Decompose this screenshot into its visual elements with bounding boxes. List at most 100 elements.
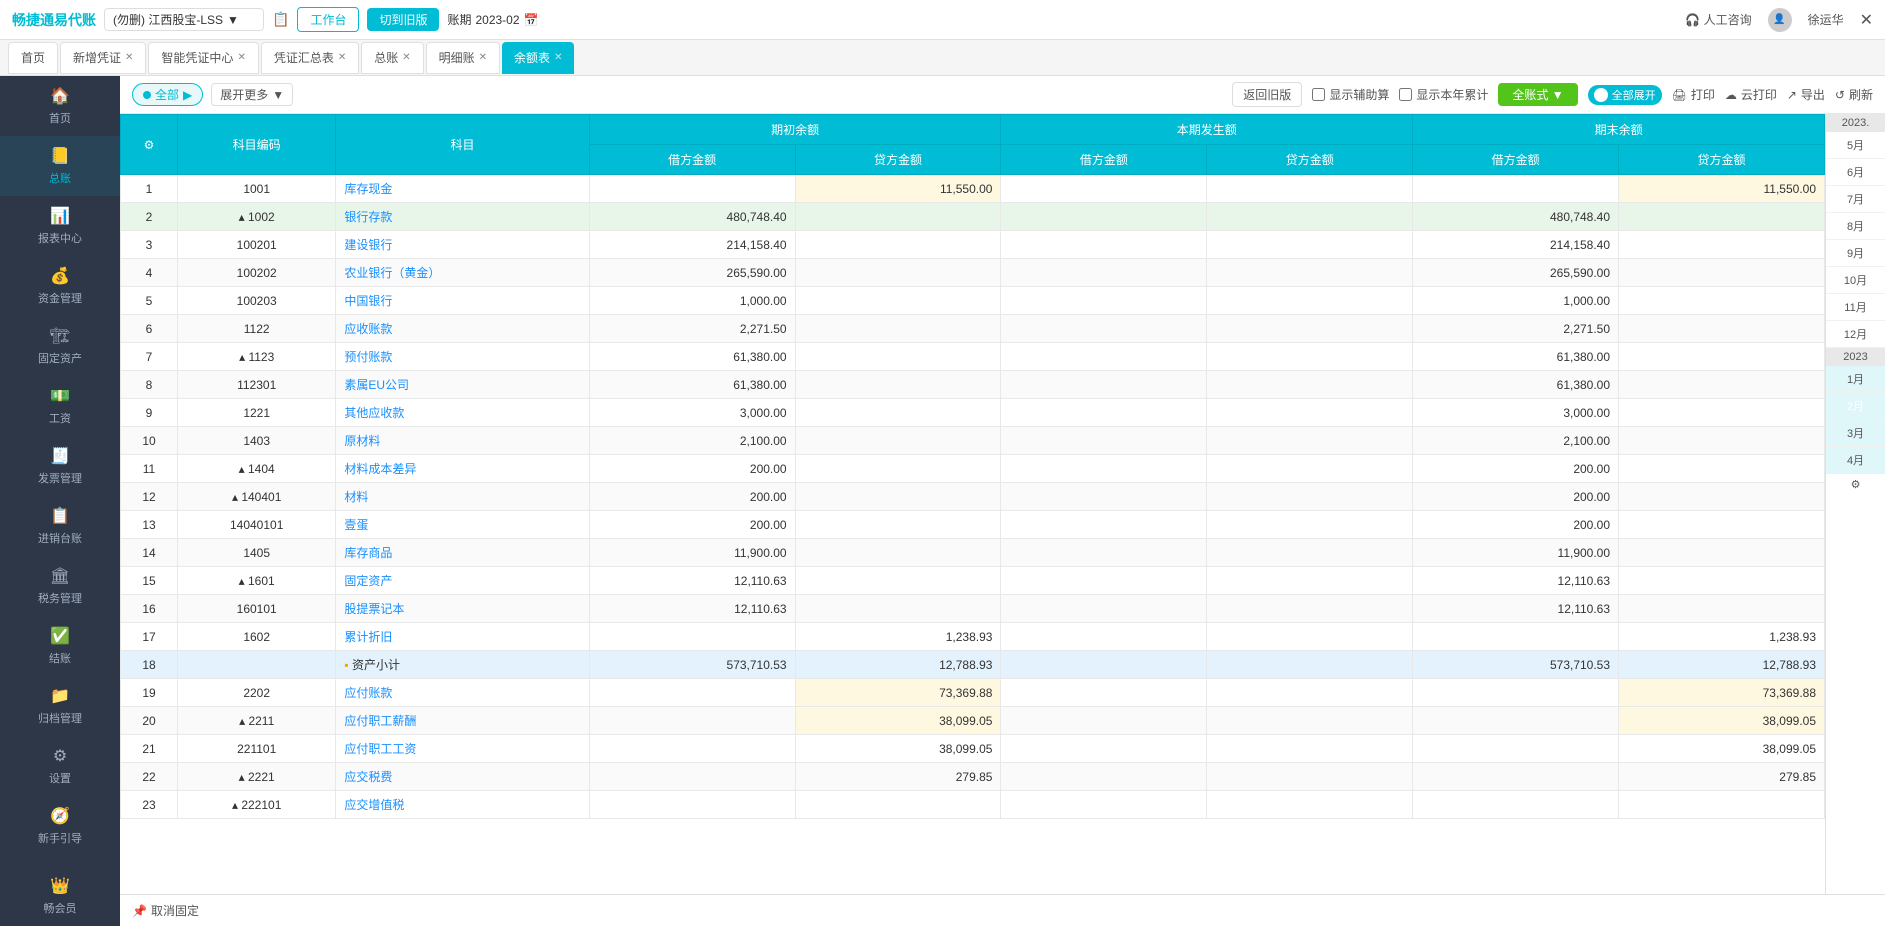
month-6[interactable]: 6月 bbox=[1826, 159, 1885, 186]
th-settings[interactable]: ⚙ bbox=[121, 115, 178, 175]
sidebar-item-closing[interactable]: ✅结账 bbox=[0, 616, 120, 676]
month-3[interactable]: 3月 bbox=[1826, 420, 1885, 447]
cell-name[interactable]: 壹蛋 bbox=[336, 511, 589, 539]
sidebar-item-guide[interactable]: 🧭新手引导 bbox=[0, 796, 120, 856]
tab-smart-voucher[interactable]: 智能凭证中心 ✕ bbox=[148, 42, 258, 74]
close-tab-smart-voucher[interactable]: ✕ bbox=[237, 52, 245, 63]
sidebar-item-home[interactable]: 🏠首页 bbox=[0, 76, 120, 136]
cell-name[interactable]: ▪ 资产小计 bbox=[336, 651, 589, 679]
sidebar: 🏠首页 📒总账 📊报表中心 💰资金管理 🏗固定资产 💵工资 🧾发票管理 📋进销台… bbox=[0, 76, 120, 926]
sidebar-item-tax[interactable]: 🏛税务管理 bbox=[0, 556, 120, 616]
full-format-button[interactable]: 全账式 ▼ bbox=[1498, 83, 1577, 106]
company-selector[interactable]: (勿删) 江西股宝-LSS ▼ bbox=[104, 8, 264, 31]
year-label-2023: 2023 bbox=[1826, 348, 1885, 366]
cell-name[interactable]: 建设银行 bbox=[336, 231, 589, 259]
tab-new-voucher[interactable]: 新增凭证 ✕ bbox=[60, 42, 146, 74]
cell-name[interactable]: 银行存款 bbox=[336, 203, 589, 231]
close-tab-new-voucher[interactable]: ✕ bbox=[125, 52, 133, 63]
close-tab-detail-ledger[interactable]: ✕ bbox=[479, 52, 487, 63]
cell-name[interactable]: 累计折旧 bbox=[336, 623, 589, 651]
cell-name[interactable]: 库存现金 bbox=[336, 175, 589, 203]
cloud-print-button[interactable]: ☁ 云打印 bbox=[1725, 86, 1777, 103]
close-tab-balance-sheet[interactable]: ✕ bbox=[554, 52, 562, 63]
sidebar-item-member[interactable]: 👑畅会员 bbox=[0, 866, 120, 926]
cell-pe-credit bbox=[1413, 623, 1619, 651]
show-year-acc-checkbox-label[interactable]: 显示本年累计 bbox=[1399, 86, 1488, 103]
switch-version-button[interactable]: 切到旧版 bbox=[367, 8, 439, 31]
expand-more-button[interactable]: 展开更多 ▼ bbox=[211, 83, 293, 106]
tab-balance-sheet[interactable]: 余额表 ✕ bbox=[502, 42, 574, 74]
cell-name[interactable]: 应付职工薪酬 bbox=[336, 707, 589, 735]
show-year-acc-checkbox[interactable] bbox=[1399, 88, 1412, 101]
cell-name[interactable]: 库存商品 bbox=[336, 539, 589, 567]
toolbar-right: 返回旧版 显示辅助算 显示本年累计 全账式 ▼ 全部展开 🖨 打印 ☁ 云打印 … bbox=[1232, 82, 1873, 107]
cell-name[interactable]: 应交税费 bbox=[336, 763, 589, 791]
cell-name[interactable]: 农业银行（黄金） bbox=[336, 259, 589, 287]
month-12[interactable]: 12月 bbox=[1826, 321, 1885, 348]
refresh-button[interactable]: ↺ 刷新 bbox=[1835, 86, 1873, 103]
cell-cur-credit bbox=[1001, 679, 1207, 707]
export-button[interactable]: ↗ 导出 bbox=[1787, 86, 1825, 103]
sidebar-item-payroll[interactable]: 💵工资 bbox=[0, 376, 120, 436]
cell-name[interactable]: 应交增值税 bbox=[336, 791, 589, 819]
cell-code: ▴ 222101 bbox=[178, 791, 336, 819]
cell-row-num: 17 bbox=[121, 623, 178, 651]
cell-row-num: 5 bbox=[121, 287, 178, 315]
filter-all-button[interactable]: 全部 ▶ bbox=[132, 83, 203, 106]
month-4[interactable]: 4月 bbox=[1826, 447, 1885, 474]
show-aux-checkbox-label[interactable]: 显示辅助算 bbox=[1312, 86, 1389, 103]
month-5[interactable]: 5月 bbox=[1826, 132, 1885, 159]
cell-name[interactable]: 中国银行 bbox=[336, 287, 589, 315]
tab-voucher-summary[interactable]: 凭证汇总表 ✕ bbox=[261, 42, 359, 74]
sidebar-item-invoice[interactable]: 🧾发票管理 bbox=[0, 436, 120, 496]
month-1[interactable]: 1月 bbox=[1826, 366, 1885, 393]
month-9[interactable]: 9月 bbox=[1826, 240, 1885, 267]
cell-cur-credit bbox=[1001, 735, 1207, 763]
cell-name[interactable]: 原材料 bbox=[336, 427, 589, 455]
cell-name[interactable]: 股提票记本 bbox=[336, 595, 589, 623]
settings-dot[interactable]: ⚙ bbox=[1826, 474, 1885, 495]
sidebar-item-purchase[interactable]: 📋进销台账 bbox=[0, 496, 120, 556]
sidebar-item-reports[interactable]: 📊报表中心 bbox=[0, 196, 120, 256]
cell-name[interactable]: 应付账款 bbox=[336, 679, 589, 707]
expand-all-toggle[interactable]: 全部展开 bbox=[1588, 85, 1662, 105]
month-2[interactable]: 2月 bbox=[1826, 393, 1885, 420]
cell-name[interactable]: 应付职工工资 bbox=[336, 735, 589, 763]
show-aux-checkbox[interactable] bbox=[1312, 88, 1325, 101]
cell-name[interactable]: 固定资产 bbox=[336, 567, 589, 595]
consultant-button[interactable]: 🎧 人工咨询 bbox=[1685, 11, 1751, 28]
cell-name[interactable]: 应收账款 bbox=[336, 315, 589, 343]
sidebar-item-funds[interactable]: 💰资金管理 bbox=[0, 256, 120, 316]
tab-detail-ledger[interactable]: 明细账 ✕ bbox=[426, 42, 500, 74]
close-tab-ledger[interactable]: ✕ bbox=[402, 52, 410, 63]
cell-name[interactable]: 预付账款 bbox=[336, 343, 589, 371]
cell-code: ▴ 1002 bbox=[178, 203, 336, 231]
cell-name[interactable]: 材料成本差异 bbox=[336, 455, 589, 483]
cell-cur-debit bbox=[1207, 259, 1413, 287]
month-8[interactable]: 8月 bbox=[1826, 213, 1885, 240]
sidebar-item-assets[interactable]: 🏗固定资产 bbox=[0, 316, 120, 376]
tab-ledger[interactable]: 总账 ✕ bbox=[361, 42, 423, 74]
close-icon[interactable]: ✕ bbox=[1860, 10, 1873, 30]
sidebar-item-ledger[interactable]: 📒总账 bbox=[0, 136, 120, 196]
month-10[interactable]: 10月 bbox=[1826, 267, 1885, 294]
sidebar-item-settings[interactable]: ⚙设置 bbox=[0, 736, 120, 796]
sidebar-item-archive[interactable]: 📁归档管理 bbox=[0, 676, 120, 736]
return-old-button[interactable]: 返回旧版 bbox=[1232, 82, 1302, 107]
cell-pb-debit bbox=[795, 371, 1001, 399]
month-7[interactable]: 7月 bbox=[1826, 186, 1885, 213]
print-button[interactable]: 🖨 打印 bbox=[1672, 86, 1715, 103]
cell-cur-credit bbox=[1001, 287, 1207, 315]
calendar-icon[interactable]: 📅 bbox=[524, 13, 539, 27]
copy-icon[interactable]: 📋 bbox=[272, 11, 289, 28]
cell-pb-debit: 38,099.05 bbox=[795, 707, 1001, 735]
pin-icon[interactable]: 📌 bbox=[132, 904, 147, 918]
cell-name[interactable]: 其他应收款 bbox=[336, 399, 589, 427]
cell-cur-debit bbox=[1207, 679, 1413, 707]
tab-home[interactable]: 首页 bbox=[8, 42, 58, 74]
workbench-button[interactable]: 工作台 bbox=[297, 7, 359, 32]
month-11[interactable]: 11月 bbox=[1826, 294, 1885, 321]
cell-name[interactable]: 材料 bbox=[336, 483, 589, 511]
cell-name[interactable]: 素属EU公司 bbox=[336, 371, 589, 399]
close-tab-voucher-summary[interactable]: ✕ bbox=[338, 52, 346, 63]
